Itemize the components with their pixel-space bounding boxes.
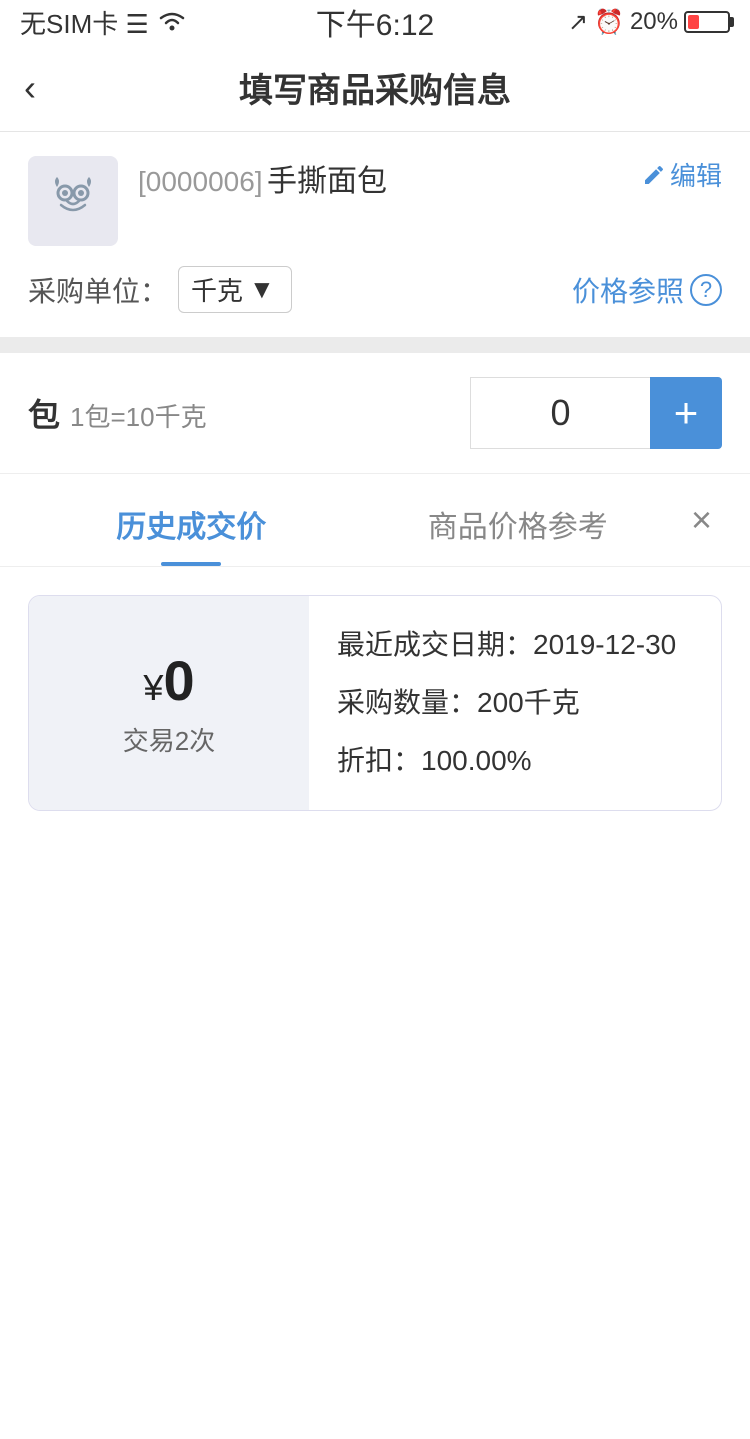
discount-row: 折扣：100.00% (337, 740, 693, 782)
page-title: 填写商品采购信息 (239, 63, 511, 112)
trades-count: 交易2次 (123, 721, 215, 758)
status-right: ↗ ⏰ 20% (568, 8, 730, 37)
product-name: [0000006] 手撕面包 (138, 156, 387, 200)
alarm-icon: ⏰ (594, 8, 624, 37)
battery-percentage: 20% (630, 8, 678, 36)
price-reference-button[interactable]: 价格参照 ? (572, 270, 722, 310)
tabs-header: 历史成交价 商品价格参考 × (0, 474, 750, 567)
edit-button[interactable]: 编辑 (642, 156, 722, 193)
battery-icon (684, 11, 730, 33)
product-thumbnail (28, 156, 118, 246)
bottom-area (0, 839, 750, 1439)
price-card-area: ¥0 交易2次 最近成交日期：2019-12-30 采购数量：200千克 折扣：… (0, 567, 750, 839)
purchase-qty-row: 采购数量：200千克 (337, 682, 693, 724)
carrier-text: 无SIM卡 ☰ (20, 4, 149, 41)
currency-symbol: ¥ (143, 667, 163, 708)
price-card-right: 最近成交日期：2019-12-30 采购数量：200千克 折扣：100.00% (309, 596, 721, 810)
status-bar: 无SIM卡 ☰ 下午6:12 ↗ ⏰ 20% (0, 0, 750, 44)
purchase-unit: 采购单位： 千克 ▼ (28, 266, 292, 313)
question-icon: ? (690, 274, 722, 306)
quantity-input-group: + (470, 377, 722, 449)
tab-close-button[interactable]: × (681, 499, 722, 541)
tabs-section: 历史成交价 商品价格参考 × ¥0 交易2次 最近成交日期：2019-12-30… (0, 473, 750, 839)
product-id: [0000006] (138, 166, 263, 197)
price-amount: ¥0 (143, 648, 194, 713)
product-meta: 采购单位： 千克 ▼ 价格参照 ? (28, 266, 722, 313)
quantity-label: 包 1包=10千克 (28, 390, 207, 436)
wifi-icon (157, 7, 187, 38)
product-header: [0000006] 手撕面包 编辑 (28, 156, 722, 246)
status-time: 下午6:12 (316, 0, 434, 44)
tab-price-reference[interactable]: 商品价格参考 (354, 474, 680, 566)
chevron-down-icon: ▼ (249, 274, 275, 305)
product-title: 手撕面包 (267, 165, 387, 198)
recent-date-row: 最近成交日期：2019-12-30 (337, 624, 693, 666)
quantity-ratio: 1包=10千克 (70, 397, 207, 434)
price-card: ¥0 交易2次 最近成交日期：2019-12-30 采购数量：200千克 折扣：… (28, 595, 722, 811)
location-icon: ↗ (568, 8, 588, 37)
quantity-row: 包 1包=10千克 + (0, 353, 750, 473)
unit-select-dropdown[interactable]: 千克 ▼ (178, 266, 292, 313)
price-card-left: ¥0 交易2次 (29, 596, 309, 810)
quantity-unit: 包 (28, 390, 60, 436)
quantity-input[interactable] (470, 377, 650, 449)
tab-history-price[interactable]: 历史成交价 (28, 474, 354, 566)
section-divider (0, 337, 750, 353)
nav-bar: ‹ 填写商品采购信息 (0, 44, 750, 132)
unit-label: 采购单位： (28, 270, 168, 310)
product-left: [0000006] 手撕面包 (28, 156, 387, 246)
product-section: [0000006] 手撕面包 编辑 采购单位： 千克 ▼ 价格参照 ? (0, 132, 750, 337)
status-left: 无SIM卡 ☰ (20, 4, 187, 41)
quantity-plus-button[interactable]: + (650, 377, 722, 449)
back-button[interactable]: ‹ (24, 67, 36, 109)
product-icon (47, 171, 99, 232)
